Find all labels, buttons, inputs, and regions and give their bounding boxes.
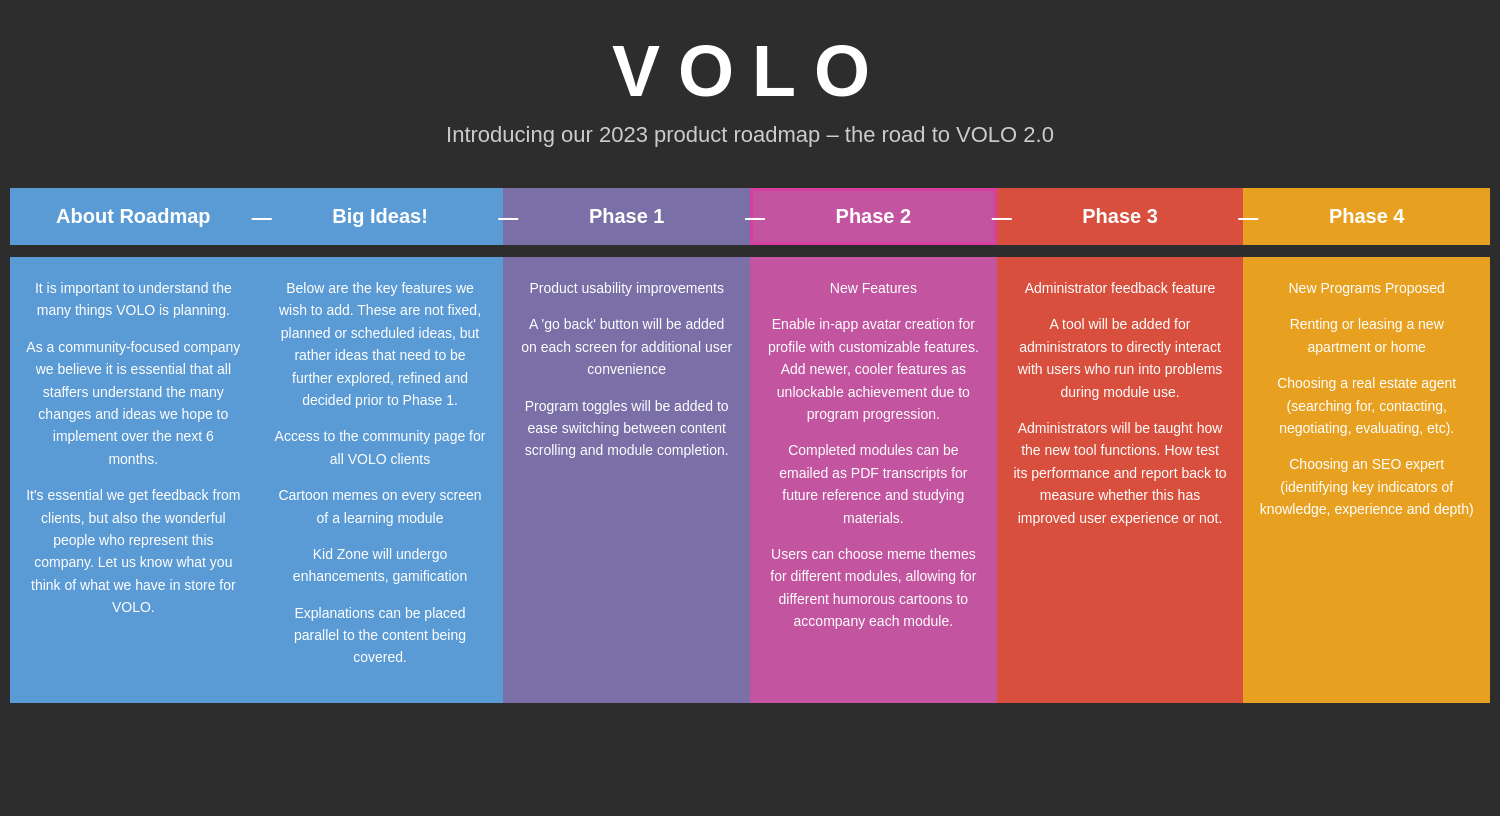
body-text: Completed modules can be emailed as PDF …	[766, 439, 981, 529]
column-header-phase2: Phase 2	[750, 188, 997, 245]
body-text: Choosing an SEO expert (identifying key …	[1259, 453, 1474, 520]
body-text: Access to the community page for all VOL…	[273, 425, 488, 470]
body-text: Explanations can be placed parallel to t…	[273, 602, 488, 669]
column-body-phase3: Administrator feedback feature A tool wil…	[997, 257, 1244, 703]
column-about: About Roadmap It is important to understa…	[10, 188, 257, 703]
body-text: Kid Zone will undergo enhancements, gami…	[273, 543, 488, 588]
column-phase4: Phase 4 New Programs Proposed Renting or l…	[1243, 188, 1490, 703]
body-text: Enable in-app avatar creation for profil…	[766, 313, 981, 425]
body-text: Choosing a real estate agent (searching …	[1259, 372, 1474, 439]
column-header-about: About Roadmap	[10, 188, 257, 245]
body-text: New Features	[766, 277, 981, 299]
body-text: It's essential we get feedback from clie…	[26, 484, 241, 618]
body-text: A 'go back' button will be added on each…	[519, 313, 734, 380]
page-title: VOLO	[0, 30, 1500, 112]
body-text: Administrator feedback feature	[1013, 277, 1228, 299]
body-text: Cartoon memes on every screen of a learn…	[273, 484, 488, 529]
column-body-bigideas: Below are the key features we wish to ad…	[257, 257, 504, 703]
body-text: Administrators will be taught how the ne…	[1013, 417, 1228, 529]
body-text: Users can choose meme themes for differe…	[766, 543, 981, 633]
column-phase1: Phase 1 Product usability improvements A '…	[503, 188, 750, 703]
body-text: New Programs Proposed	[1259, 277, 1474, 299]
column-phase3: Phase 3 Administrator feedback feature A t…	[997, 188, 1244, 703]
body-text: As a community-focused company we believ…	[26, 336, 241, 470]
roadmap-grid: About Roadmap It is important to understa…	[0, 168, 1500, 723]
column-header-phase4: Phase 4	[1243, 188, 1490, 245]
column-header-phase3: Phase 3	[997, 188, 1244, 245]
column-body-about: It is important to understand the many t…	[10, 257, 257, 703]
page-wrapper: VOLO Introducing our 2023 product roadma…	[0, 0, 1500, 723]
column-body-phase4: New Programs Proposed Renting or leasing …	[1243, 257, 1490, 703]
column-header-bigideas: Big Ideas!	[257, 188, 504, 245]
body-text: Program toggles will be added to ease sw…	[519, 395, 734, 462]
column-body-phase2: New Features Enable in-app avatar creatio…	[750, 257, 997, 703]
page-subtitle: Introducing our 2023 product roadmap – t…	[0, 122, 1500, 148]
body-text: Below are the key features we wish to ad…	[273, 277, 488, 411]
body-text: A tool will be added for administrators …	[1013, 313, 1228, 403]
column-header-phase1: Phase 1	[503, 188, 750, 245]
body-text: Product usability improvements	[519, 277, 734, 299]
page-header: VOLO Introducing our 2023 product roadma…	[0, 0, 1500, 168]
column-phase2: Phase 2 New Features Enable in-app avatar …	[750, 188, 997, 703]
column-bigideas: Big Ideas! Below are the key features we …	[257, 188, 504, 703]
body-text: It is important to understand the many t…	[26, 277, 241, 322]
column-body-phase1: Product usability improvements A 'go back…	[503, 257, 750, 703]
body-text: Renting or leasing a new apartment or ho…	[1259, 313, 1474, 358]
